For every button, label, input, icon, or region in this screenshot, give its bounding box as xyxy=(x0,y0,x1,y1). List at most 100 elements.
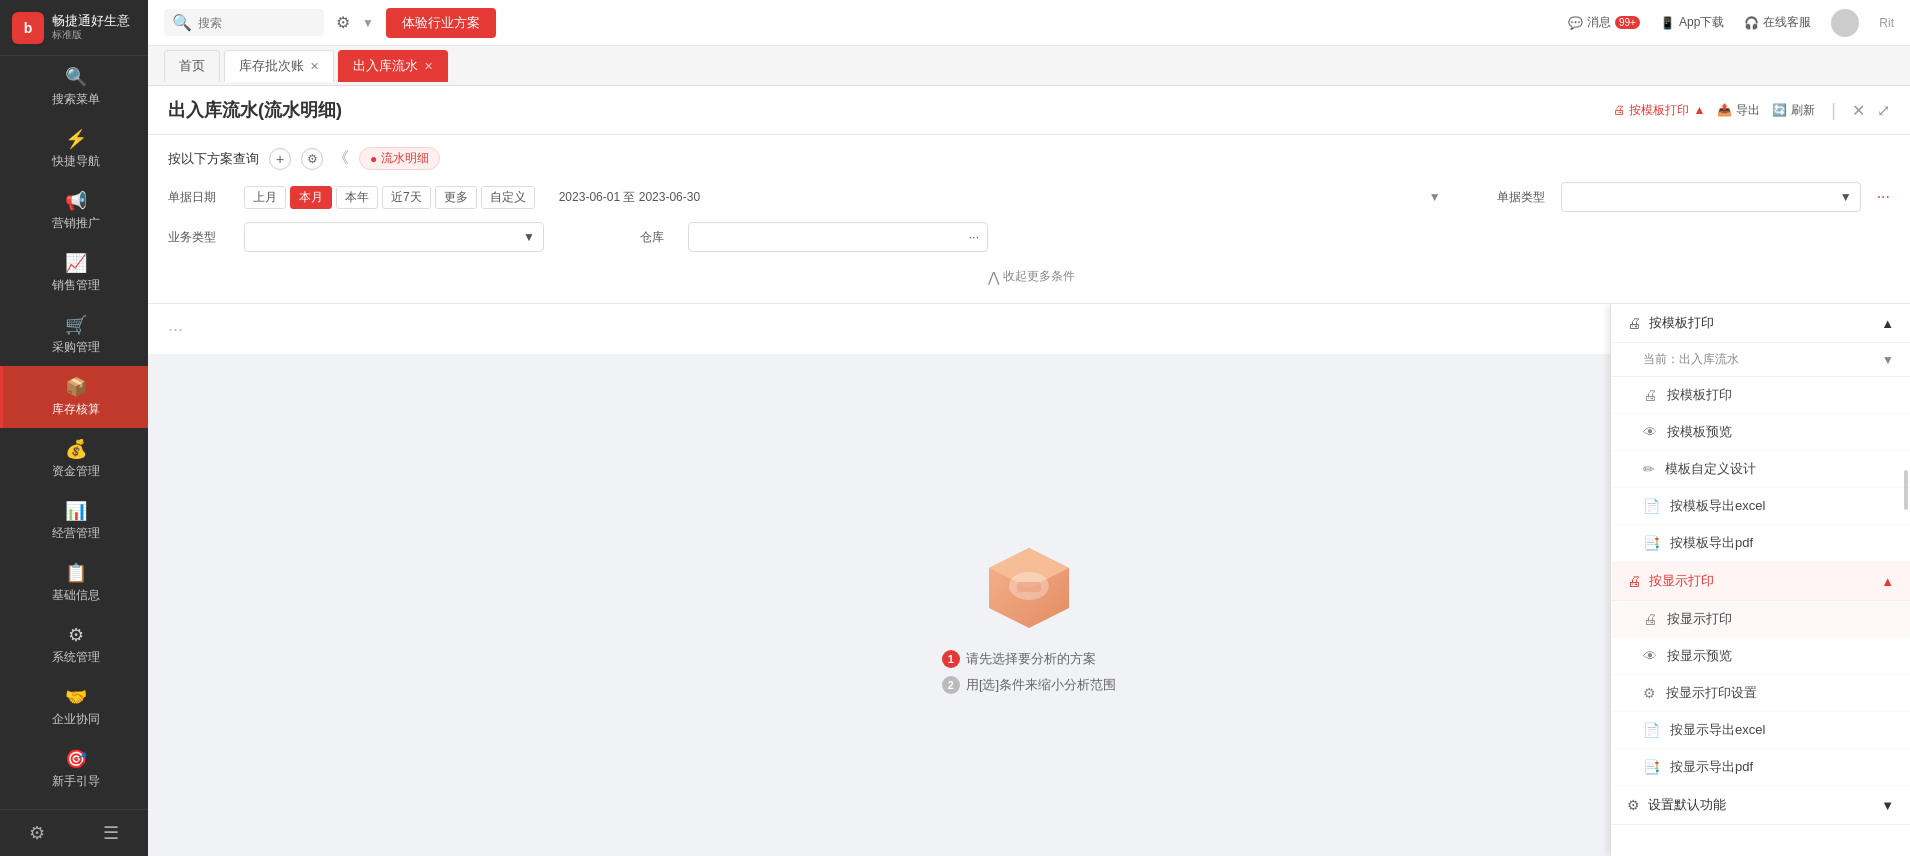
bill-type-more-icon[interactable]: ··· xyxy=(1877,188,1890,206)
print-dropdown-panel: 🖨 按模板打印 ▲ 当前：出入库流水 ▼ 🖨 按模板打印 👁 按 xyxy=(1610,304,1910,856)
filter-collapse-button[interactable]: 《 xyxy=(333,148,349,169)
date-btn-more[interactable]: 更多 xyxy=(435,186,477,209)
divider: | xyxy=(1831,100,1836,121)
export-button[interactable]: 📤 导出 xyxy=(1717,102,1760,119)
expand-window-icon[interactable]: ⤢ xyxy=(1877,101,1890,120)
filter-row-business: 业务类型 ▼ 仓库 ··· xyxy=(168,222,1890,252)
customer-service-button[interactable]: 🎧 在线客服 xyxy=(1744,14,1811,31)
sidebar-item-label: 库存核算 xyxy=(52,401,100,418)
business-type-select[interactable]: ▼ xyxy=(244,222,544,252)
print-template-button[interactable]: 🖨 按模板打印 ▲ xyxy=(1613,102,1705,119)
user-avatar[interactable] xyxy=(1831,9,1859,37)
tab-home-label: 首页 xyxy=(179,57,205,75)
sidebar-nav: 🔍 搜索菜单 ⚡ 快捷导航 📢 营销推广 📈 销售管理 🛒 采购管理 📦 库存核… xyxy=(0,56,148,809)
page-header: 出入库流水(流水明细) 🖨 按模板打印 ▲ 📤 导出 🔄 刷新 | ✕ ⤢ xyxy=(148,86,1910,135)
basic-icon: 📋 xyxy=(65,562,87,584)
tab-flow-close-icon[interactable]: ✕ xyxy=(424,60,433,73)
warehouse-select[interactable]: ··· xyxy=(688,222,988,252)
display-settings-item[interactable]: ⚙ 按显示打印设置 xyxy=(1611,675,1910,712)
explore-industry-button[interactable]: 体验行业方案 xyxy=(386,8,496,38)
display-excel-label: 按显示导出excel xyxy=(1670,721,1765,739)
template-pdf-item[interactable]: 📑 按模板导出pdf xyxy=(1611,525,1910,562)
template-preview-item[interactable]: 👁 按模板预览 xyxy=(1611,414,1910,451)
preview-icon: 👁 xyxy=(1643,424,1657,440)
default-settings-section-header[interactable]: ⚙ 设置默认功能 ▼ xyxy=(1611,786,1910,825)
chevron-up-icon: ⋀ xyxy=(988,269,999,285)
search-input[interactable] xyxy=(198,16,318,30)
hint-number-1: 1 xyxy=(942,650,960,668)
display-pdf-label: 按显示导出pdf xyxy=(1670,758,1753,776)
sidebar-item-label: 系统管理 xyxy=(52,649,100,666)
sidebar-item-label: 新手引导 xyxy=(52,773,100,790)
marketing-icon: 📢 xyxy=(65,190,87,212)
close-window-icon[interactable]: ✕ xyxy=(1852,101,1865,120)
headset-icon: 🎧 xyxy=(1744,16,1759,30)
filter-add-button[interactable]: + xyxy=(269,148,291,170)
sidebar-item-collab[interactable]: 🤝 企业协同 xyxy=(0,676,148,738)
filter-settings-button[interactable]: ⚙ xyxy=(301,148,323,170)
display-preview-item[interactable]: 👁 按显示预览 xyxy=(1611,638,1910,675)
search-icon: 🔍 xyxy=(172,13,192,32)
template-print-section-header[interactable]: 🖨 按模板打印 ▲ xyxy=(1611,304,1910,343)
current-template-display: 当前：出入库流水 ▼ xyxy=(1611,343,1910,377)
app-download-button[interactable]: 📱 App下载 xyxy=(1660,14,1724,31)
print-icon: 🖨 xyxy=(1613,103,1625,117)
excel-icon: 📄 xyxy=(1643,498,1660,514)
messages-button[interactable]: 💬 消息 99+ xyxy=(1568,14,1640,31)
content-wrapper: ··· 查询 设置 xyxy=(148,304,1910,856)
sidebar-item-finance[interactable]: 💰 资金管理 xyxy=(0,428,148,490)
tab-batch-close-icon[interactable]: ✕ xyxy=(310,60,319,73)
sidebar-item-marketing[interactable]: 📢 营销推广 xyxy=(0,180,148,242)
collapse-more-button[interactable]: ⋀ 收起更多条件 xyxy=(168,262,1890,291)
topbar-search-box[interactable]: 🔍 xyxy=(164,9,324,36)
date-btn-7days[interactable]: 近7天 xyxy=(382,186,431,209)
display-print-section-header[interactable]: 🖨 按显示打印 ▲ xyxy=(1611,562,1910,601)
display-pdf-item[interactable]: 📑 按显示导出pdf xyxy=(1611,749,1910,786)
tab-home[interactable]: 首页 xyxy=(164,50,220,82)
sidebar-item-inventory[interactable]: 📦 库存核算 xyxy=(0,366,148,428)
sidebar-item-search[interactable]: 🔍 搜索菜单 xyxy=(0,56,148,118)
display-print-item[interactable]: 🖨 按显示打印 xyxy=(1611,601,1910,638)
date-range-display: 2023-06-01 至 2023-06-30 xyxy=(559,189,700,206)
sidebar-item-operations[interactable]: 📊 经营管理 xyxy=(0,490,148,552)
topbar-chevron-icon: ▼ xyxy=(362,16,374,30)
template-design-item[interactable]: ✏ 模板自定义设计 xyxy=(1611,451,1910,488)
empty-hint-1: 1 请先选择要分析的方案 xyxy=(942,650,1116,668)
warehouse-label: 仓库 xyxy=(640,229,664,246)
default-settings-label: 设置默认功能 xyxy=(1648,796,1726,814)
sidebar-item-guide[interactable]: 🎯 新手引导 xyxy=(0,738,148,800)
date-btn-this-month[interactable]: 本月 xyxy=(290,186,332,209)
topbar-gear-icon[interactable]: ⚙ xyxy=(336,13,350,32)
action-buttons-left: ··· xyxy=(168,319,183,340)
sidebar-item-shortcut[interactable]: ⚡ 快捷导航 xyxy=(0,118,148,180)
date-btn-custom[interactable]: 自定义 xyxy=(481,186,535,209)
tab-batch[interactable]: 库存批次账 ✕ xyxy=(224,50,334,82)
sidebar-item-system[interactable]: ⚙ 系统管理 xyxy=(0,614,148,676)
print-item-icon: 🖨 xyxy=(1643,387,1657,403)
template-excel-label: 按模板导出excel xyxy=(1670,497,1765,515)
sidebar-item-apps[interactable]: 🔲 应用中心 xyxy=(0,800,148,809)
shortcut-icon: ⚡ xyxy=(65,128,87,150)
sidebar-menu-button[interactable]: ☰ xyxy=(103,822,119,844)
template-excel-item[interactable]: 📄 按模板导出excel xyxy=(1611,488,1910,525)
system-icon: ⚙ xyxy=(68,624,84,646)
sidebar-item-label: 采购管理 xyxy=(52,339,100,356)
sidebar-settings-button[interactable]: ⚙ xyxy=(29,822,45,844)
refresh-button[interactable]: 🔄 刷新 xyxy=(1772,102,1815,119)
export-icon: 📤 xyxy=(1717,103,1732,117)
display-excel-item[interactable]: 📄 按显示导出excel xyxy=(1611,712,1910,749)
sidebar-item-purchase[interactable]: 🛒 采购管理 xyxy=(0,304,148,366)
display-print-item-label: 按显示打印 xyxy=(1667,610,1732,628)
tab-flow[interactable]: 出入库流水 ✕ xyxy=(338,50,448,82)
ellipsis-icon[interactable]: ··· xyxy=(168,319,183,340)
filter-tag-label: 流水明细 xyxy=(381,150,429,167)
sidebar-item-sales[interactable]: 📈 销售管理 xyxy=(0,242,148,304)
template-print-item[interactable]: 🖨 按模板打印 xyxy=(1611,377,1910,414)
page-header-actions: 🖨 按模板打印 ▲ 📤 导出 🔄 刷新 | ✕ ⤢ xyxy=(1613,100,1890,133)
sidebar-item-basic[interactable]: 📋 基础信息 xyxy=(0,552,148,614)
date-btn-last-month[interactable]: 上月 xyxy=(244,186,286,209)
display-excel-icon: 📄 xyxy=(1643,722,1660,738)
filter-header: 按以下方案查询 + ⚙ 《 ● 流水明细 xyxy=(168,147,1890,170)
date-btn-this-year[interactable]: 本年 xyxy=(336,186,378,209)
bill-type-select[interactable]: ▼ xyxy=(1561,182,1861,212)
